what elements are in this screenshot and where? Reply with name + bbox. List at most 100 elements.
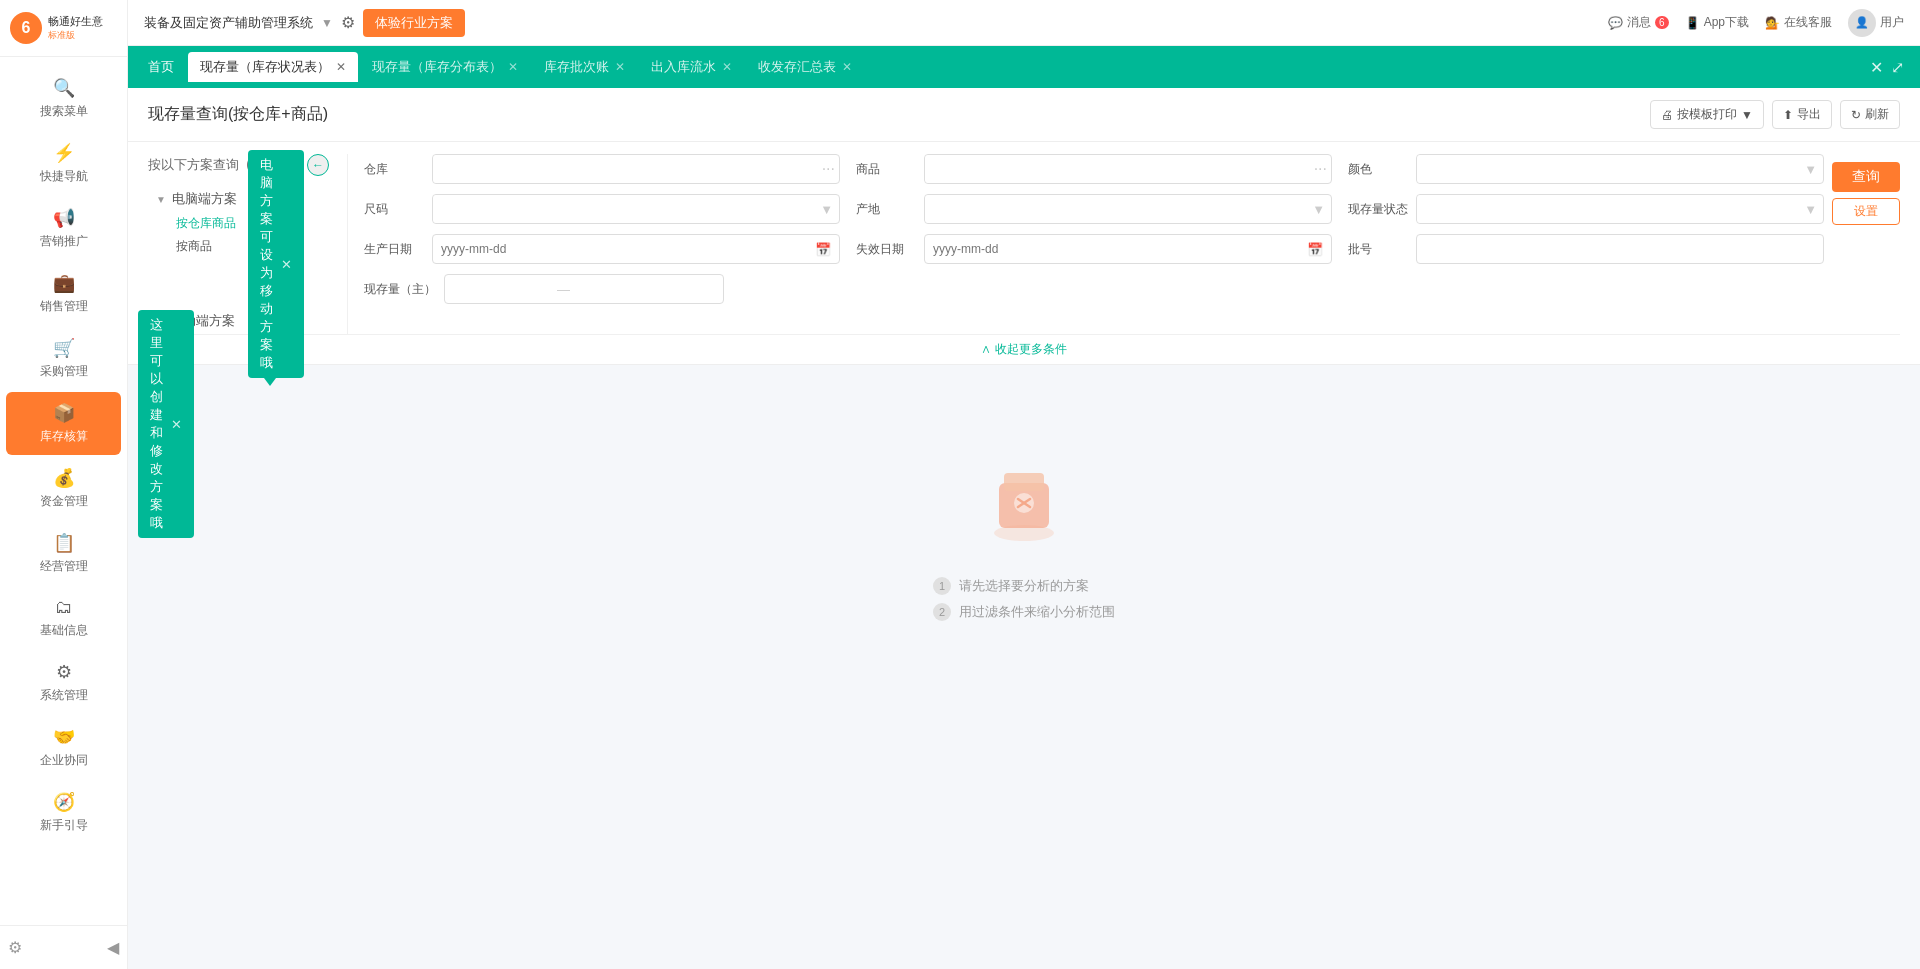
expire-date-calendar-icon[interactable]: 📅 [1307, 242, 1323, 257]
query-btn[interactable]: 查询 [1832, 162, 1900, 192]
message-label: 消息 [1627, 14, 1651, 31]
collapse-sidebar-icon[interactable]: ◀ [107, 938, 119, 957]
sub-item-label: 按商品 [176, 239, 212, 253]
tab-receipt-summary[interactable]: 收发存汇总表 ✕ [746, 52, 864, 82]
sidebar-nav: 🔍 搜索菜单 ⚡ 快捷导航 📢 营销推广 💼 销售管理 🛒 采购管理 📦 库存核… [0, 57, 127, 925]
size-input[interactable] [433, 195, 814, 223]
export-btn[interactable]: ⬆ 导出 [1772, 100, 1832, 129]
service-icon: 💁 [1765, 16, 1780, 30]
tooltip-text-1: 电脑方案可设为移动方案哦 [260, 156, 273, 372]
stock-status-label: 现存量状态 [1348, 201, 1408, 218]
inventory-icon: 📦 [53, 402, 75, 424]
settings-icon[interactable]: ⚙ [341, 13, 355, 32]
size-label: 尺码 [364, 201, 424, 218]
app-download-action[interactable]: 📱 App下载 [1685, 14, 1749, 31]
stock-status-input[interactable] [1417, 195, 1798, 223]
goods-input[interactable] [925, 155, 1310, 183]
tab-inout-flow[interactable]: 出入库流水 ✕ [639, 52, 744, 82]
sidebar-item-purchase[interactable]: 🛒 采购管理 [6, 327, 121, 390]
tab-inventory-dist[interactable]: 现存量（库存分布表） ✕ [360, 52, 530, 82]
user-area[interactable]: 👤 用户 [1848, 9, 1904, 37]
tab-batch-account[interactable]: 库存批次账 ✕ [532, 52, 637, 82]
template-print-btn[interactable]: 🖨 按模板打印 ▼ [1650, 100, 1764, 129]
filter-field-warehouse: 仓库 ··· [364, 154, 840, 184]
tab-close-icon[interactable]: ✕ [842, 60, 852, 74]
filter-field-stock-status: 现存量状态 ▼ [1348, 194, 1824, 224]
sidebar-item-quick-nav[interactable]: ⚡ 快捷导航 [6, 132, 121, 195]
color-dropdown-icon[interactable]: ▼ [1798, 162, 1823, 177]
tab-home[interactable]: 首页 [136, 52, 186, 82]
filter-field-expire-date: 失效日期 📅 [856, 234, 1332, 264]
message-action[interactable]: 💬 消息 6 [1608, 14, 1669, 31]
stock-range-sep: — [557, 282, 570, 297]
operation-icon: 📋 [53, 532, 75, 554]
produce-date-input[interactable] [441, 242, 811, 256]
produce-date-calendar-icon[interactable]: 📅 [815, 242, 831, 257]
step-label-2: 用过滤条件来缩小分析范围 [959, 599, 1115, 625]
sidebar-item-inventory[interactable]: 📦 库存核算 [6, 392, 121, 455]
expire-date-input[interactable] [933, 242, 1303, 256]
purchase-icon: 🛒 [53, 337, 75, 359]
logo-icon: 6 [10, 12, 42, 44]
sidebar-item-marketing[interactable]: 📢 营销推广 [6, 197, 121, 260]
stock-main-from-input[interactable] [453, 282, 553, 296]
system-name: 装备及固定资产辅助管理系统 [144, 14, 313, 32]
maximize-tab-icon[interactable]: ⤢ [1891, 58, 1904, 77]
online-service-action[interactable]: 💁 在线客服 [1765, 14, 1832, 31]
tab-close-icon[interactable]: ✕ [615, 60, 625, 74]
warehouse-dots[interactable]: ··· [818, 160, 839, 178]
tab-close-icon[interactable]: ✕ [336, 60, 346, 74]
batch-input[interactable] [1416, 234, 1824, 264]
message-badge: 6 [1655, 16, 1669, 29]
sidebar-item-search[interactable]: 🔍 搜索菜单 [6, 67, 121, 130]
reset-btn[interactable]: 设置 [1832, 198, 1900, 225]
settings-bottom-icon[interactable]: ⚙ [8, 938, 22, 957]
empty-steps: 1 请先选择要分析的方案 2 用过滤条件来缩小分析范围 [933, 573, 1115, 625]
sidebar-item-guide[interactable]: 🧭 新手引导 [6, 781, 121, 844]
collapse-bar[interactable]: ∧ 收起更多条件 [148, 334, 1900, 364]
industry-btn[interactable]: 体验行业方案 [363, 9, 465, 37]
sidebar-item-system[interactable]: ⚙ 系统管理 [6, 651, 121, 714]
system-icon: ⚙ [56, 661, 72, 683]
origin-label: 产地 [856, 201, 916, 218]
tooltip-text-2: 这里可以创建和修改方案哦 [150, 316, 163, 532]
logo-badge: 标准版 [48, 29, 103, 42]
sidebar-item-sales[interactable]: 💼 销售管理 [6, 262, 121, 325]
refresh-icon: ↻ [1851, 108, 1861, 122]
tab-label: 收发存汇总表 [758, 58, 836, 76]
tooltip-close-1[interactable]: ✕ [281, 257, 292, 272]
sidebar-item-operation[interactable]: 📋 经营管理 [6, 522, 121, 585]
sidebar-item-label: 经营管理 [40, 558, 88, 575]
step-num-1: 1 [933, 577, 951, 595]
warehouse-input[interactable] [433, 155, 818, 183]
system-dropdown-icon[interactable]: ▼ [321, 16, 333, 30]
color-label: 颜色 [1348, 161, 1408, 178]
tab-close-icon[interactable]: ✕ [722, 60, 732, 74]
finance-icon: 💰 [53, 467, 75, 489]
sidebar: 6 畅通好生意 标准版 🔍 搜索菜单 ⚡ 快捷导航 📢 营销推广 💼 销售管理 … [0, 0, 128, 969]
online-service-label: 在线客服 [1784, 14, 1832, 31]
stock-main-to-input[interactable] [574, 282, 674, 296]
tooltip-popup-1: 电脑方案可设为移动方案哦 ✕ [248, 150, 304, 378]
close-tab-icon[interactable]: ✕ [1870, 58, 1883, 77]
tab-close-icon[interactable]: ✕ [508, 60, 518, 74]
filter-row-3: 生产日期 📅 失效日期 [364, 234, 1824, 264]
stock-status-dropdown-icon[interactable]: ▼ [1798, 202, 1823, 217]
size-dropdown-icon[interactable]: ▼ [814, 202, 839, 217]
dropdown-icon[interactable]: ▼ [1741, 108, 1753, 122]
color-input[interactable] [1417, 155, 1798, 183]
filter-left-btn[interactable]: ← [307, 154, 329, 176]
warehouse-label: 仓库 [364, 161, 424, 178]
tab-inventory-status[interactable]: 现存量（库存状况表） ✕ [188, 52, 358, 82]
tooltip-close-2[interactable]: ✕ [171, 417, 182, 432]
origin-dropdown-icon[interactable]: ▼ [1306, 202, 1331, 217]
goods-dots[interactable]: ··· [1310, 160, 1331, 178]
sidebar-item-enterprise[interactable]: 🤝 企业协同 [6, 716, 121, 779]
origin-input[interactable] [925, 195, 1306, 223]
refresh-btn[interactable]: ↻ 刷新 [1840, 100, 1900, 129]
sidebar-item-finance[interactable]: 💰 资金管理 [6, 457, 121, 520]
filter-field-batch: 批号 [1348, 234, 1824, 264]
filter-actions-col: 查询 设置 [1832, 154, 1900, 233]
sidebar-item-basic[interactable]: 🗂 基础信息 [6, 587, 121, 649]
sales-icon: 💼 [53, 272, 75, 294]
